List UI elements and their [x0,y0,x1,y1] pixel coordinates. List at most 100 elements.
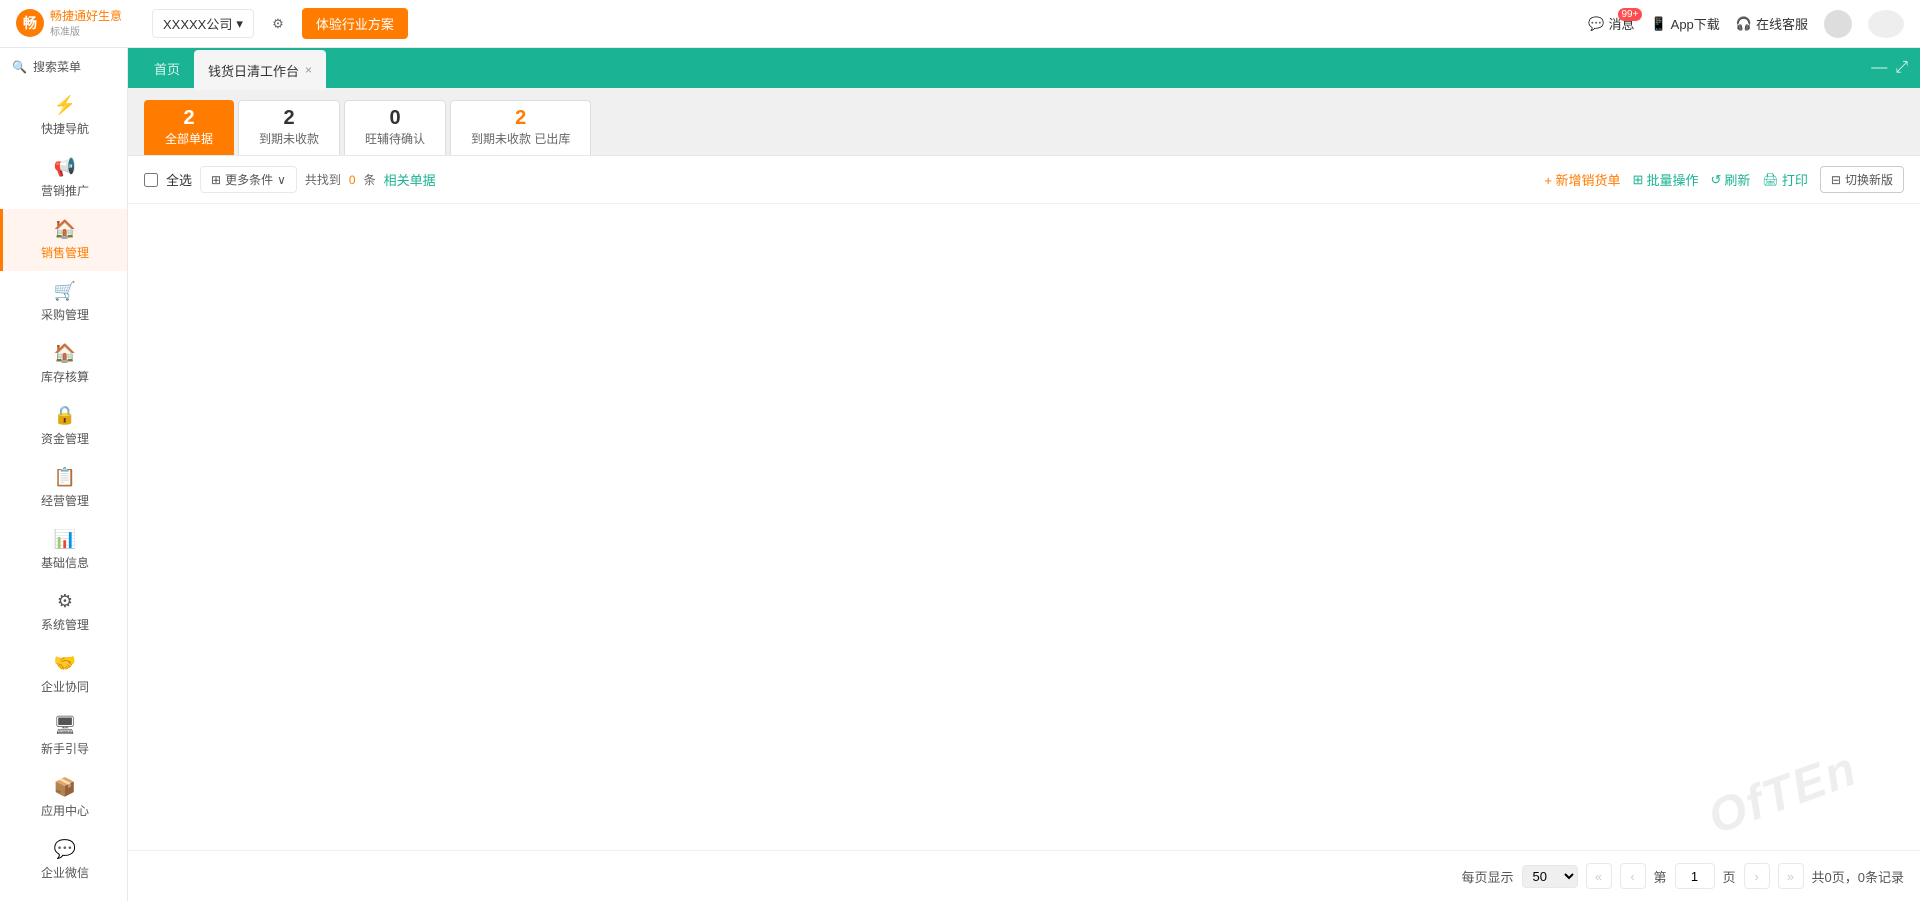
tab-home[interactable]: 首页 [140,48,194,88]
sidebar-item-system[interactable]: ⚙ 系统管理 [0,581,127,643]
status-tabs: 2 全部单据 2 到期未收款 0 旺辅待确认 2 到期未收款 已出库 [128,88,1920,156]
sidebar-item-member[interactable]: V 畅会员 [0,891,127,901]
related-orders-link[interactable]: 相关单据 [384,170,436,189]
sales-icon: 🏠 [54,219,76,240]
status-tab-all-count: 2 [183,107,194,130]
switch-icon: ⊟ [1831,173,1841,187]
status-tab-pending-count: 0 [389,107,400,130]
top-header: 畅 畅捷通好生意 标准版 XXXXX公司 ▾ ⚙ 体验行业方案 💬 消息 99+… [0,0,1920,48]
enterprise-icon: 🤝 [54,653,76,674]
inventory-label: 库存核算 [41,368,89,385]
last-page-button[interactable]: » [1778,863,1804,889]
next-page-button[interactable]: › [1744,863,1770,889]
service-icon: 🎧 [1736,16,1752,32]
filter-icon: ⊞ [211,173,221,187]
purchase-icon: 🛒 [54,281,76,302]
select-all-label: 全选 [166,170,192,189]
switch-version-button[interactable]: ⊟ 切换新版 [1820,166,1904,193]
page-number-input[interactable] [1675,863,1715,889]
logo-sub: 标准版 [50,23,122,38]
tab-shrink-icon[interactable]: — [1871,59,1887,77]
tab-qhrq[interactable]: 钱货日清工作台 × [194,50,326,90]
more-filters-label: 更多条件 [225,171,273,188]
wechat-label: 企业微信 [41,864,89,881]
batch-ops-button[interactable]: ⊞ 批量操作 [1633,170,1699,189]
status-tab-pending[interactable]: 0 旺辅待确认 [344,100,446,155]
sidebar-item-app-center[interactable]: 📦 应用中心 [0,767,127,829]
sidebar-item-purchase[interactable]: 🛒 采购管理 [0,271,127,333]
search-menu[interactable]: 🔍 搜索菜单 [0,48,127,85]
sidebar-item-sales[interactable]: 🏠 销售管理 [0,209,127,271]
toolbar: 全选 ⊞ 更多条件 ∨ 共找到 0 条 相关单据 + 新增销货单 ⊞ 批量操作 [128,156,1920,204]
sidebar-item-inventory[interactable]: 🏠 库存核算 [0,333,127,395]
pagination: 每页显示 20 50 100 200 « ‹ 第 页 › » 共0页，0条记录 [128,850,1920,901]
app-download-label: App下载 [1671,14,1720,33]
finance-icon: 🔒 [54,405,76,426]
total-info: 共0页，0条记录 [1812,867,1904,886]
found-count: 0 [349,173,356,187]
app-icon: 📱 [1650,16,1666,32]
sidebar-item-quick-nav[interactable]: ⚡ 快捷导航 [0,85,127,147]
sidebar-item-guide[interactable]: 🖥 新手引导 [0,705,127,767]
tab-bar: 首页 钱货日清工作台 × — ⤢ [128,48,1920,88]
first-page-button[interactable]: « [1586,863,1612,889]
select-all-checkbox[interactable] [144,173,158,187]
page-size-select[interactable]: 20 50 100 200 [1522,865,1578,888]
prev-page-button[interactable]: ‹ [1620,863,1646,889]
company-selector[interactable]: XXXXX公司 ▾ [152,9,254,38]
print-button[interactable]: 🖨 打印 [1762,170,1808,189]
base-info-icon: 📊 [54,529,76,550]
quick-nav-label: 快捷导航 [41,120,89,137]
status-tab-overdue[interactable]: 2 到期未收款 [238,100,340,155]
status-tab-overdue-count: 2 [283,107,294,130]
refresh-icon: ↺ [1710,172,1721,188]
tab-qhrq-label: 钱货日清工作台 [208,61,299,80]
enterprise-label: 企业协同 [41,678,89,695]
sidebar-item-enterprise[interactable]: 🤝 企业协同 [0,643,127,705]
app-download-button[interactable]: 📱 App下载 [1650,14,1719,33]
refresh-button[interactable]: ↺ 刷新 [1710,170,1750,189]
print-label: 打印 [1782,170,1808,189]
tab-close-icon[interactable]: × [305,63,312,77]
logo-icon: 畅 [16,9,44,37]
operations-icon: 📋 [54,467,76,488]
service-label: 在线客服 [1756,14,1808,33]
purchase-label: 采购管理 [41,306,89,323]
tab-expand-icon[interactable]: ⤢ [1895,59,1908,77]
status-tab-all-label: 全部单据 [165,130,213,147]
message-button[interactable]: 💬 消息 99+ [1588,14,1634,33]
avatar-extra [1868,10,1904,38]
refresh-label: 刷新 [1724,170,1750,189]
inventory-icon: 🏠 [54,343,76,364]
online-service-button[interactable]: 🎧 在线客服 [1736,14,1808,33]
sidebar-item-base-info[interactable]: 📊 基础信息 [0,519,127,581]
content-inner: 2 全部单据 2 到期未收款 0 旺辅待确认 2 到期未收款 已出库 全选 [128,88,1920,901]
status-tab-unshipped[interactable]: 2 到期未收款 已出库 [450,100,591,155]
print-icon: 🖨 [1762,172,1779,188]
page-size-label: 每页显示 [1461,867,1513,886]
status-tab-pending-label: 旺辅待确认 [365,130,425,147]
search-label: 搜索菜单 [33,58,81,75]
system-icon: ⚙ [57,591,73,612]
message-icon: 💬 [1588,16,1604,32]
avatar[interactable] [1824,10,1852,38]
settings-button[interactable]: ⚙ [262,8,294,40]
table-area [128,204,1920,850]
guide-icon: 🖥 [54,715,77,736]
message-badge: 99+ [1618,8,1643,21]
sidebar-item-finance[interactable]: 🔒 资金管理 [0,395,127,457]
tab-bar-actions: — ⤢ [1871,59,1908,77]
status-tab-overdue-label: 到期未收款 [259,130,319,147]
wechat-icon: 💬 [54,839,76,860]
app-center-label: 应用中心 [41,802,89,819]
add-sales-button[interactable]: + 新增销货单 [1544,170,1620,189]
sidebar-item-wechat[interactable]: 💬 企业微信 [0,829,127,891]
sales-label: 销售管理 [41,244,89,261]
toolbar-right: + 新增销货单 ⊞ 批量操作 ↺ 刷新 🖨 打印 ⊟ 切换新版 [1544,166,1904,193]
status-tab-all[interactable]: 2 全部单据 [144,100,234,155]
quick-nav-icon: ⚡ [54,95,76,116]
sidebar-item-operations[interactable]: 📋 经营管理 [0,457,127,519]
sidebar-item-marketing[interactable]: 📢 营销推广 [0,147,127,209]
more-filters-button[interactable]: ⊞ 更多条件 ∨ [200,166,297,193]
experience-button[interactable]: 体验行业方案 [302,8,408,39]
